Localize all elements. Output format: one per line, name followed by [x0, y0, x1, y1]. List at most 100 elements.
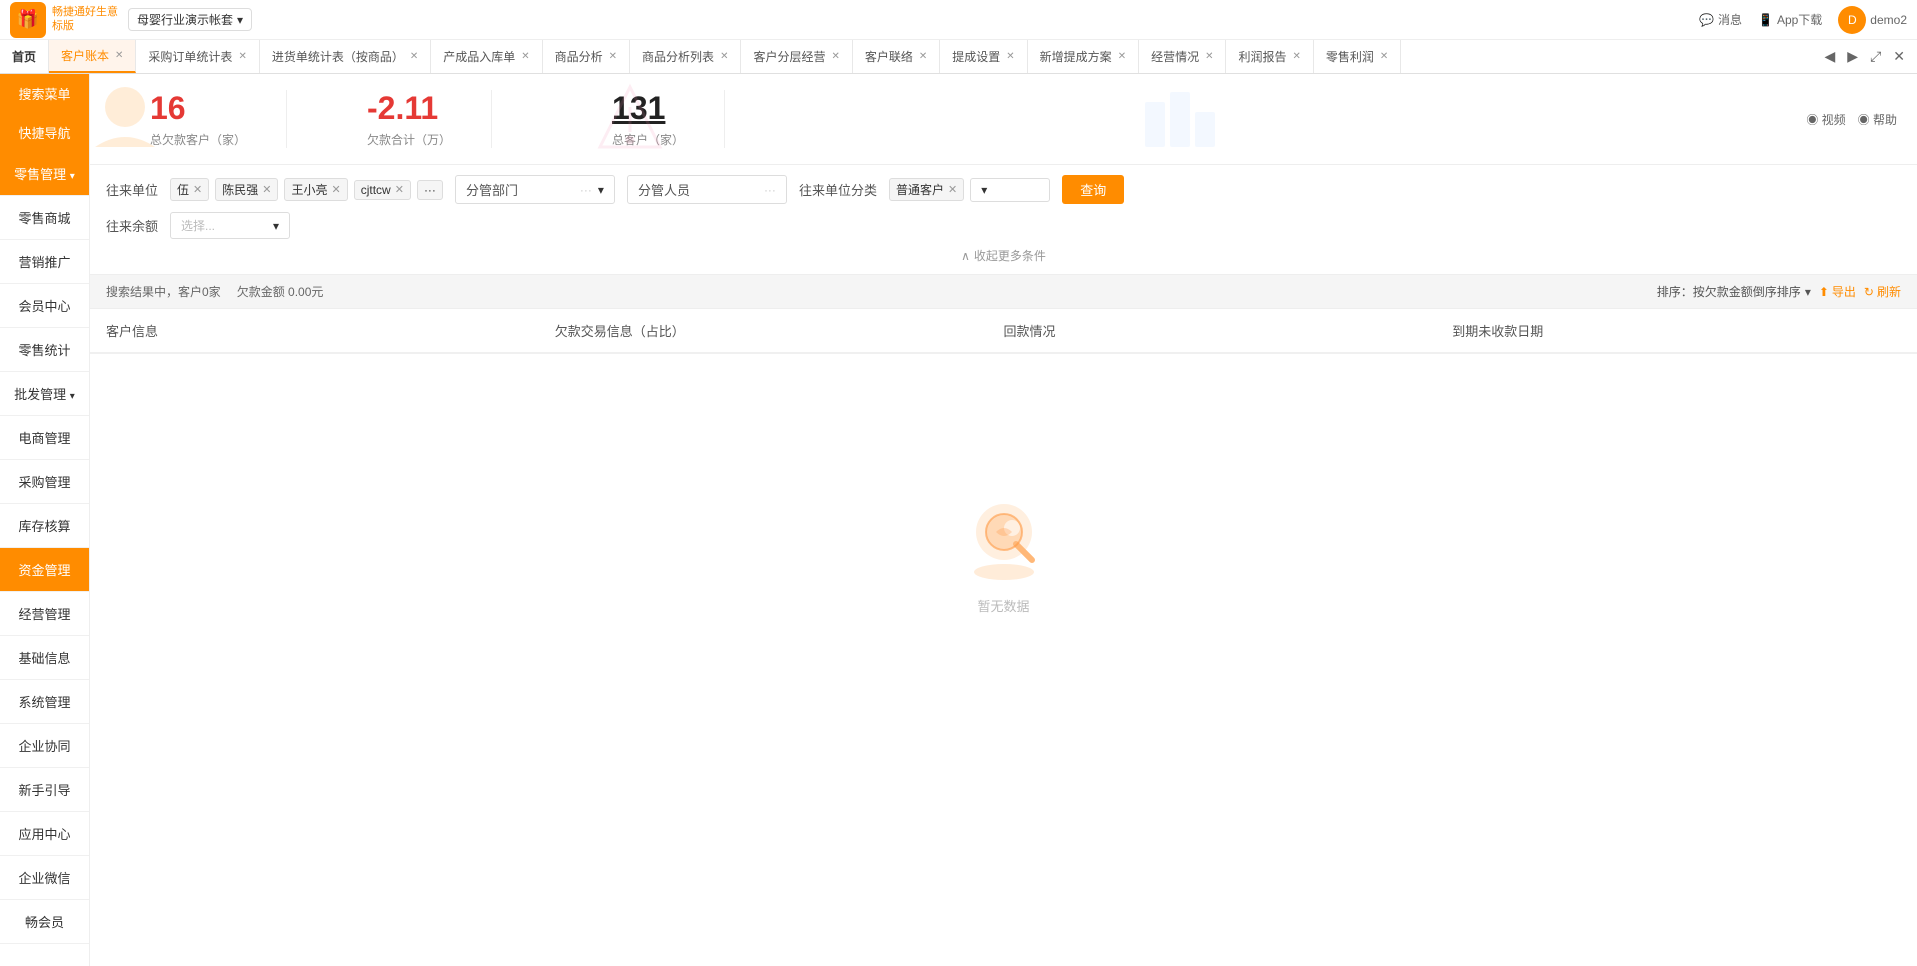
- sidebar-item-marketing[interactable]: 营销推广: [0, 240, 89, 284]
- query-button[interactable]: 查询: [1062, 175, 1124, 204]
- customers-bg-icon: [1140, 82, 1220, 152]
- tab-close-operations[interactable]: ✕: [1205, 51, 1213, 62]
- debt-bg-icon: [590, 82, 670, 152]
- tab-nav-right[interactable]: ▶: [1843, 46, 1862, 67]
- tab-retail-profit[interactable]: 零售利润 ✕: [1314, 40, 1401, 73]
- empty-illustration: [954, 494, 1054, 584]
- sidebar-item-retail[interactable]: 零售管理 ▾: [0, 152, 89, 196]
- sidebar-item-system[interactable]: 系统管理: [0, 680, 89, 724]
- tab-customer-contact[interactable]: 客户联络 ✕: [853, 40, 940, 73]
- sidebar-item-ecommerce[interactable]: 电商管理: [0, 416, 89, 460]
- filter-tag-cjttcw: cjttcw ✕: [354, 180, 411, 200]
- main-layout: 搜索菜单 快捷导航 零售管理 ▾ 零售商城 营销推广 会员中心 零售统计 批发管…: [0, 74, 1917, 966]
- user-menu[interactable]: D demo2: [1838, 6, 1907, 34]
- tab-product-analysis[interactable]: 商品分析 ✕: [543, 40, 630, 73]
- collapse-button[interactable]: ∧ 收起更多条件: [961, 247, 1046, 264]
- sort-button[interactable]: 排序：按欠款金额倒序排序 ▾: [1657, 283, 1811, 300]
- tab-product-analysis-list[interactable]: 商品分析列表 ✕: [630, 40, 741, 73]
- help-link[interactable]: ◉ 帮助: [1858, 111, 1897, 128]
- chevron-down-icon: ▾: [70, 391, 75, 402]
- content-area: 16 总欠款客户（家） -2.11 欠款合计（万）: [90, 74, 1917, 966]
- tab-expand-icon[interactable]: ⤢: [1866, 46, 1885, 67]
- tab-close-product-analysis[interactable]: ✕: [609, 51, 617, 62]
- stat-debt-label: 欠款合计（万）: [367, 131, 451, 148]
- tab-close-product-stock[interactable]: ✕: [521, 51, 529, 62]
- sidebar-item-basic-info[interactable]: 基础信息: [0, 636, 89, 680]
- result-summary: 搜索结果中，客户0家: [106, 283, 221, 300]
- tab-close-retail-profit[interactable]: ✕: [1380, 51, 1388, 62]
- chevron-down-icon: ▾: [598, 183, 604, 197]
- sidebar-item-purchase[interactable]: 采购管理: [0, 460, 89, 504]
- sidebar-item-wholesale[interactable]: 批发管理 ▾: [0, 372, 89, 416]
- person-filter[interactable]: 分管人员 ···: [627, 175, 787, 204]
- sidebar-item-vip-member[interactable]: 畅会员: [0, 900, 89, 944]
- tab-close-accounts[interactable]: ✕: [115, 50, 123, 61]
- tag-close-wu[interactable]: ✕: [193, 183, 202, 196]
- refresh-button[interactable]: ↻ 刷新: [1864, 283, 1901, 300]
- filter-tag-more[interactable]: ···: [417, 180, 443, 200]
- tab-close-purchase-order[interactable]: ✕: [238, 51, 246, 62]
- tab-purchase-order[interactable]: 采购订单统计表 ✕: [136, 40, 259, 73]
- sidebar-quicknav[interactable]: 快捷导航: [0, 113, 89, 152]
- col-debt-info: 欠款交易信息（占比）: [555, 321, 1004, 340]
- export-button[interactable]: ⬆ 导出: [1819, 283, 1856, 300]
- message-button[interactable]: 💬 消息: [1699, 11, 1742, 28]
- dept-more-icon: ···: [580, 183, 592, 197]
- sidebar-item-finance[interactable]: 资金管理: [0, 548, 89, 592]
- unit-filter-label: 往来单位: [106, 180, 158, 199]
- sidebar-item-wechat-biz[interactable]: 企业微信: [0, 856, 89, 900]
- tab-close-new-promotion[interactable]: ✕: [1118, 51, 1126, 62]
- tag-close-wang[interactable]: ✕: [332, 183, 341, 196]
- tab-bar-end: ◀ ▶ ⤢ ✕: [1813, 46, 1917, 67]
- tab-nav-left[interactable]: ◀: [1821, 46, 1840, 67]
- logo-text: 畅捷通好生意 标版: [52, 6, 118, 32]
- video-help-link[interactable]: ◉ 视频: [1806, 111, 1845, 128]
- top-bar-right: 💬 消息 📱 App下载 D demo2: [1699, 6, 1907, 34]
- table-header: 客户信息 欠款交易信息（占比） 回款情况 到期未收款日期: [90, 309, 1917, 354]
- tag-close-common-customer[interactable]: ✕: [948, 183, 957, 196]
- logo-area: 🎁 畅捷通好生意 标版: [10, 2, 118, 38]
- sidebar-item-operations-mgr[interactable]: 经营管理: [0, 592, 89, 636]
- tab-instock-stats[interactable]: 进货单统计表（按商品） ✕: [260, 40, 431, 73]
- tab-home[interactable]: 首页: [0, 40, 49, 73]
- filter-tag-wu: 伍 ✕: [170, 178, 209, 201]
- unit-type-tags: 普通客户 ✕ ▾: [889, 178, 1050, 202]
- dept-filter[interactable]: 分管部门 ··· ▾: [455, 175, 615, 204]
- app-download-button[interactable]: 📱 App下载: [1758, 11, 1822, 28]
- store-selector[interactable]: 母婴行业演示帐套 ▾: [128, 8, 252, 31]
- debtors-bg-icon: [90, 82, 170, 152]
- sidebar-item-retail-shop[interactable]: 零售商城: [0, 196, 89, 240]
- sidebar-item-newcomer[interactable]: 新手引导: [0, 768, 89, 812]
- table-area: 客户信息 欠款交易信息（占比） 回款情况 到期未收款日期: [90, 309, 1917, 966]
- tab-promotion-settings[interactable]: 提成设置 ✕: [940, 40, 1027, 73]
- sidebar-item-members[interactable]: 会员中心: [0, 284, 89, 328]
- col-due-date: 到期未收款日期: [1452, 321, 1901, 340]
- tab-customer-tier[interactable]: 客户分层经营 ✕: [741, 40, 852, 73]
- tab-close-instock-stats[interactable]: ✕: [410, 51, 418, 62]
- tab-product-stock[interactable]: 产成品入库单 ✕: [431, 40, 542, 73]
- unit-type-select[interactable]: ▾: [970, 178, 1050, 202]
- sidebar-item-app-center[interactable]: 应用中心: [0, 812, 89, 856]
- tag-close-cjttcw[interactable]: ✕: [395, 183, 404, 196]
- sidebar-item-enterprise[interactable]: 企业协同: [0, 724, 89, 768]
- sidebar-item-inventory[interactable]: 库存核算: [0, 504, 89, 548]
- avatar: D: [1838, 6, 1866, 34]
- tab-profit-report[interactable]: 利润报告 ✕: [1226, 40, 1313, 73]
- filter-row-2: 往来余额 选择... ▾: [106, 212, 1901, 239]
- balance-filter[interactable]: 选择... ▾: [170, 212, 290, 239]
- tab-close-profit-report[interactable]: ✕: [1293, 51, 1301, 62]
- sidebar-search[interactable]: 搜索菜单: [0, 74, 89, 113]
- tab-operations[interactable]: 经营情况 ✕: [1139, 40, 1226, 73]
- tab-close-customer-contact[interactable]: ✕: [919, 51, 927, 62]
- tab-close-customer-tier[interactable]: ✕: [831, 51, 839, 62]
- tab-close-promotion-settings[interactable]: ✕: [1006, 51, 1014, 62]
- tag-close-chen[interactable]: ✕: [262, 183, 271, 196]
- tab-accounts[interactable]: 客户账本 ✕: [49, 40, 136, 73]
- tab-bar: 首页 客户账本 ✕ 采购订单统计表 ✕ 进货单统计表（按商品） ✕ 产成品入库单…: [0, 40, 1917, 74]
- tab-new-promotion[interactable]: 新增提成方案 ✕: [1028, 40, 1139, 73]
- tab-close-all-icon[interactable]: ✕: [1889, 46, 1909, 67]
- sidebar: 搜索菜单 快捷导航 零售管理 ▾ 零售商城 营销推广 会员中心 零售统计 批发管…: [0, 74, 90, 966]
- sidebar-item-retail-stats[interactable]: 零售统计: [0, 328, 89, 372]
- filter-tag-wang: 王小亮 ✕: [284, 178, 347, 201]
- tab-close-product-analysis-list[interactable]: ✕: [720, 51, 728, 62]
